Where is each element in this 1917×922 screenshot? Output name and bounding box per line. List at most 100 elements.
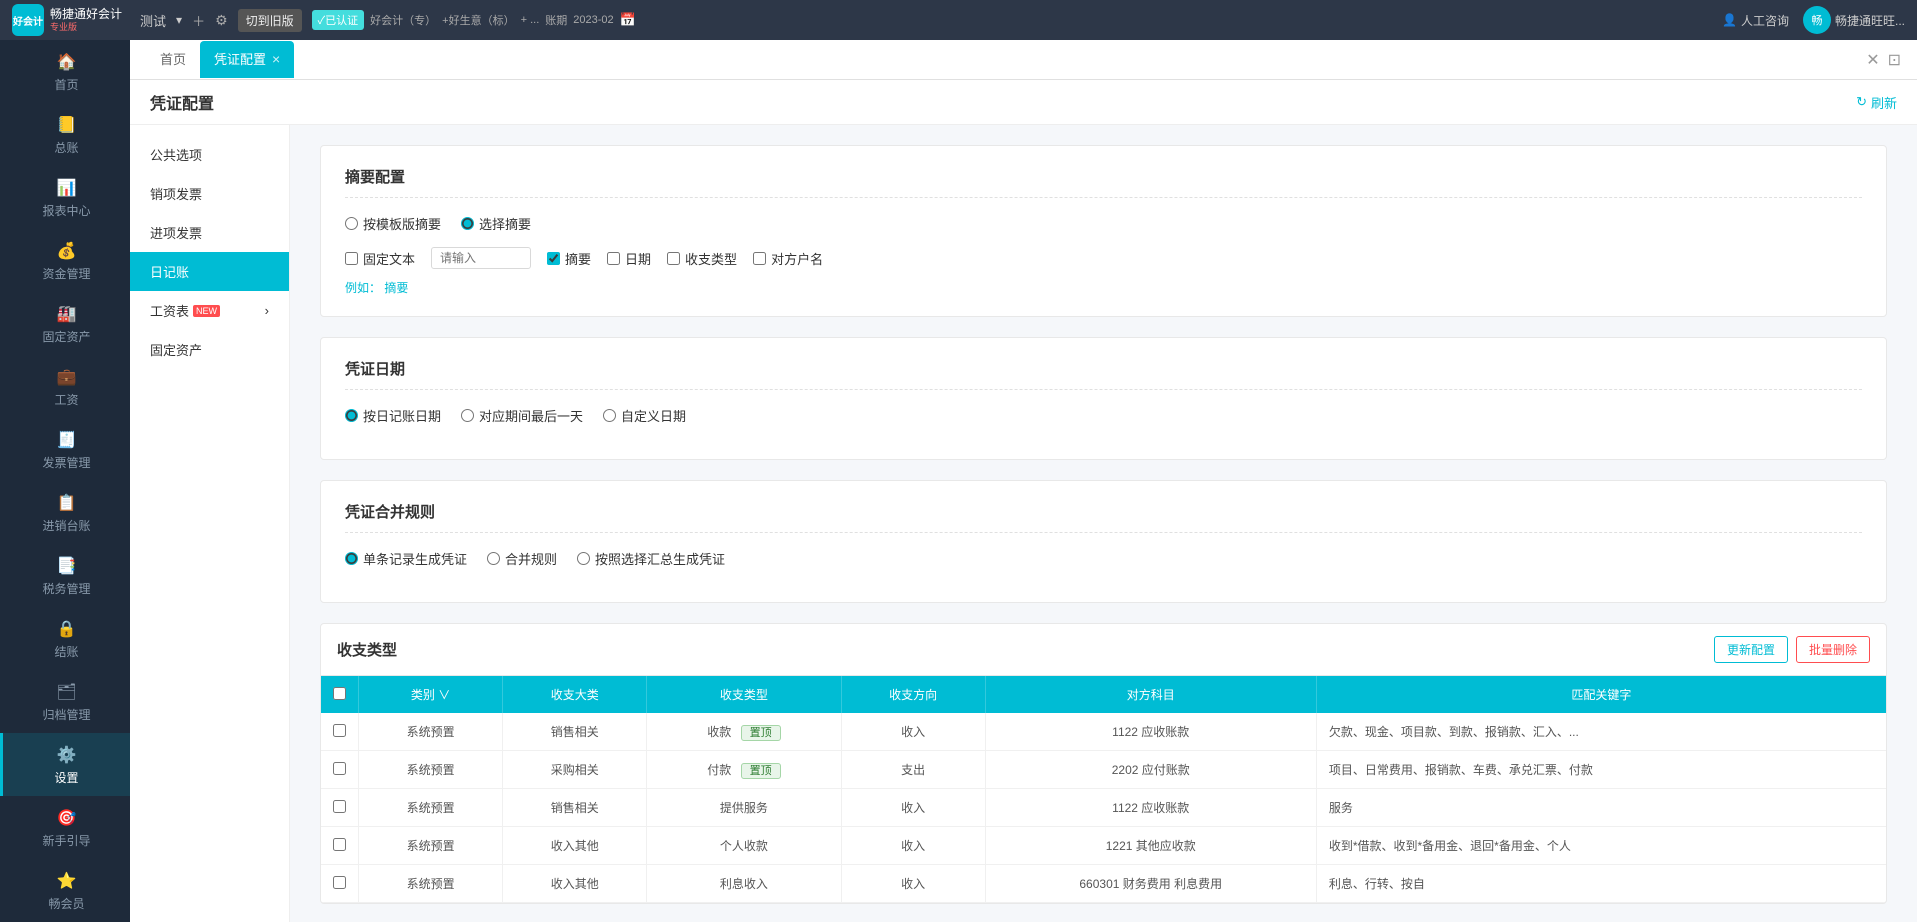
merge-radio-single[interactable]: 单条记录生成凭证 [345,549,467,568]
tab-close-btn[interactable]: × [272,51,280,67]
table-select-all[interactable] [333,687,346,700]
tab-voucher-config[interactable]: 凭证配置 × [200,41,294,78]
counterpart-checkbox-input[interactable] [753,252,766,265]
fixed-text-input[interactable] [345,252,358,265]
row-keywords: 项目、日常费用、报销款、车费、承兑汇票、付款 [1316,751,1886,789]
left-nav-payroll[interactable]: 工资表 NEW › [130,291,289,330]
asset-icon: 🏭 [57,304,77,324]
tag-more: + ... [521,14,540,26]
summary-checkbox-input[interactable] [547,252,560,265]
row-checkbox-cell [321,789,359,827]
main-layout: 🏠 首页 📒 总账 📊 报表中心 💰 资金管理 🏭 固定资产 💼 工资 🧾 发票… [0,40,1917,922]
row-checkbox[interactable] [333,762,346,775]
topbar-settings-btn[interactable]: ⚙ [215,12,228,29]
sidebar-item-tax[interactable]: 📑 税务管理 [0,544,130,607]
row-checkbox[interactable] [333,724,346,737]
merge-radio-total-input[interactable] [577,552,590,565]
refresh-btn[interactable]: ↻ 刷新 [1856,93,1897,112]
summary-radio-template-input[interactable] [345,217,358,230]
invoice-icon: 🧾 [57,430,77,450]
sidebar-item-archive[interactable]: 🗂 归档管理 [0,670,130,733]
sidebar-item-invoice[interactable]: 🧾 发票管理 [0,418,130,481]
type-checkbox-input[interactable] [667,252,680,265]
type-checkbox[interactable]: 收支类型 [667,249,737,268]
summary-radio-select-input[interactable] [461,217,474,230]
left-nav-public[interactable]: 公共选项 [130,135,289,174]
table-col-direction: 收支方向 [841,676,985,713]
date-radio-journal[interactable]: 按日记账日期 [345,406,441,425]
merge-radio-single-input[interactable] [345,552,358,565]
sidebar-item-ledger[interactable]: 📒 总账 [0,103,130,166]
table-section-title: 收支类型 [337,639,397,660]
date-checkbox-input[interactable] [607,252,620,265]
row-checkbox[interactable] [333,800,346,813]
sidebar-item-report[interactable]: 📊 报表中心 [0,166,130,229]
row-account: 1122 应收账款 [985,789,1316,827]
row-checkbox-cell [321,751,359,789]
sidebar-item-home[interactable]: 🏠 首页 [0,40,130,103]
row-direction: 收入 [841,789,985,827]
date-radio-group: 按日记账日期 对应期间最后一天 自定义日期 [345,406,1862,425]
tab-home[interactable]: 首页 [146,41,200,78]
row-checkbox[interactable] [333,876,346,889]
sidebar-item-settings[interactable]: ⚙️ 设置 [0,733,130,796]
user-area[interactable]: 畅 畅捷通旺旺... [1803,6,1905,34]
sidebar-item-asset[interactable]: 🏭 固定资产 [0,292,130,355]
refresh-icon: ↻ [1856,94,1867,110]
date-radio-period-last[interactable]: 对应期间最后一天 [461,406,583,425]
row-sub-type: 收款 置顶 [647,713,841,751]
sidebar-item-fund[interactable]: 💰 资金管理 [0,229,130,292]
user-avatar: 畅 [1803,6,1831,34]
config-content: 摘要配置 按模板版摘要 选择摘要 [290,125,1917,922]
date-checkbox[interactable]: 日期 [607,249,651,268]
counterpart-checkbox[interactable]: 对方户名 [753,249,823,268]
consult-btn[interactable]: 👤 人工咨询 [1722,12,1789,29]
left-nav-fixed-asset[interactable]: 固定资产 [130,330,289,369]
tabs-right-controls: ✕ ⊡ [1866,50,1901,70]
left-nav-journal[interactable]: 日记账 [130,252,289,291]
top-tag[interactable]: 置顶 [741,763,781,779]
left-nav-purchase-inv[interactable]: 进项发票 [130,213,289,252]
table-row: 系统预置 销售相关 提供服务 收入 1122 应收账款 服务 [321,789,1886,827]
row-checkbox[interactable] [333,838,346,851]
date-radio-period-last-input[interactable] [461,409,474,422]
merge-radio-merge-input[interactable] [487,552,500,565]
topbar-right: 👤 人工咨询 畅 畅捷通旺旺... [1722,6,1905,34]
date-radio-journal-input[interactable] [345,409,358,422]
calendar-icon[interactable]: 📅 [620,12,636,28]
row-checkbox-cell [321,827,359,865]
merge-radio-total[interactable]: 按照选择汇总生成凭证 [577,549,725,568]
left-nav-sales[interactable]: 销项发票 [130,174,289,213]
sidebar-item-closing[interactable]: 🔒 结账 [0,607,130,670]
fixed-text-field[interactable] [431,247,531,269]
fixed-text-checkbox[interactable]: 固定文本 [345,249,415,268]
row-account: 660301 财务费用 利息费用 [985,865,1316,903]
tag-business: +好生意（标） [442,12,514,28]
maximize-btn[interactable]: ⊡ [1888,50,1901,70]
date-radio-custom[interactable]: 自定义日期 [603,406,686,425]
top-tag[interactable]: 置顶 [741,725,781,741]
two-col-layout: 公共选项 销项发票 进项发票 日记账 工资表 NEW › [130,125,1917,922]
sidebar-item-guide[interactable]: 🎯 新手引导 [0,796,130,859]
merge-radio-merge[interactable]: 合并规则 [487,549,557,568]
summary-radio-select[interactable]: 选择摘要 [461,214,531,233]
batch-delete-btn[interactable]: 批量删除 [1796,636,1870,663]
switch-old-version-btn[interactable]: 切到旧版 [238,9,302,32]
sidebar-item-member[interactable]: ⭐ 畅会员 [0,859,130,922]
sidebar-item-purchase[interactable]: 📋 进销台账 [0,481,130,544]
topbar-dropdown-btn[interactable]: ▾ [176,13,182,27]
summary-section-title: 摘要配置 [345,166,1862,198]
date-radio-custom-input[interactable] [603,409,616,422]
row-direction: 收入 [841,713,985,751]
sidebar-item-salary[interactable]: 💼 工资 [0,355,130,418]
summary-radio-template[interactable]: 按模板版摘要 [345,214,441,233]
close-window-btn[interactable]: ✕ [1866,50,1879,70]
topbar-add-btn[interactable]: ＋ [192,11,205,30]
update-config-btn[interactable]: 更新配置 [1714,636,1788,663]
tabs-bar: 首页 凭证配置 × ✕ ⊡ [130,40,1917,80]
summary-checkbox[interactable]: 摘要 [547,249,591,268]
member-icon: ⭐ [57,871,77,891]
logo-text: 畅捷通好会计 专业版 [50,7,122,32]
table-header-row: 收支类型 更新配置 批量删除 [321,624,1886,676]
row-direction: 支出 [841,751,985,789]
